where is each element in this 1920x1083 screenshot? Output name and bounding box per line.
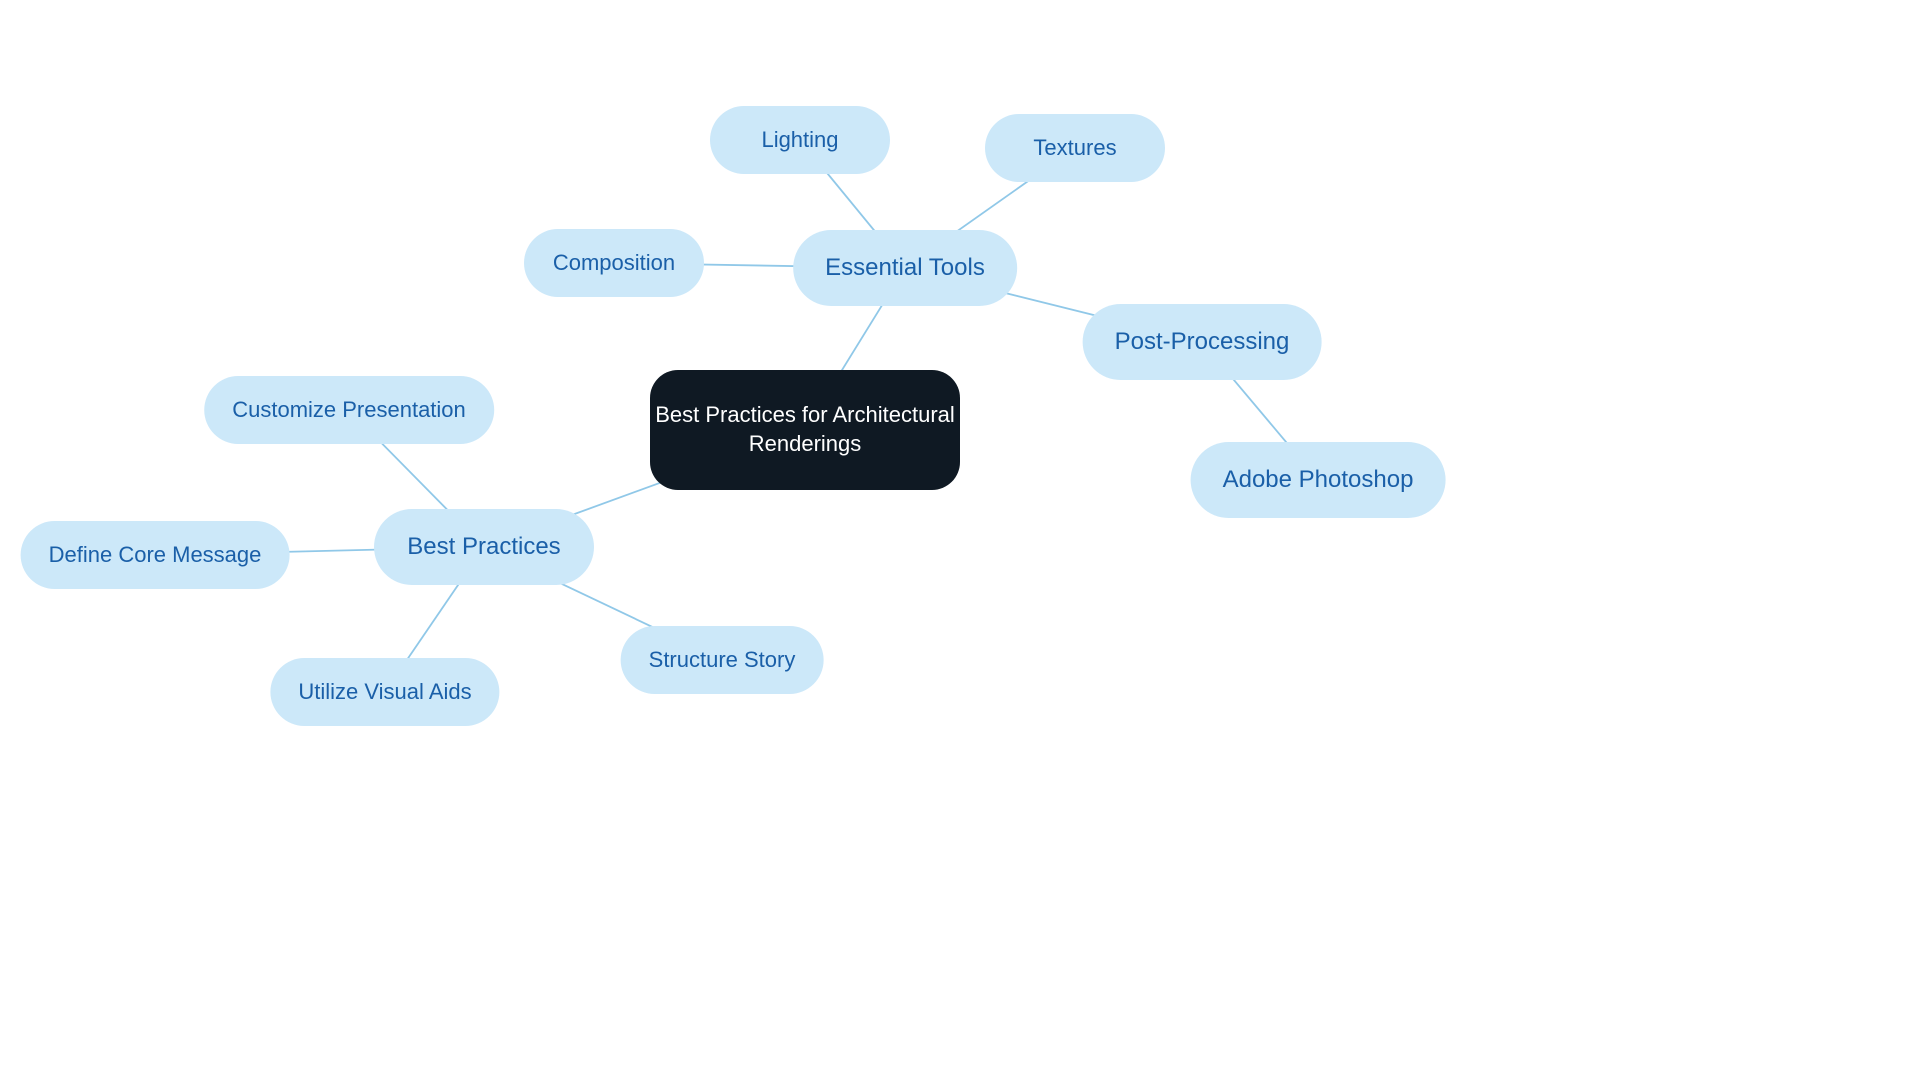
node-best-practices[interactable]: Best Practices <box>374 509 594 585</box>
mind-map-container: Best Practices for Architectural Renderi… <box>0 0 1920 1083</box>
node-composition[interactable]: Composition <box>524 229 704 297</box>
node-adobe-photoshop[interactable]: Adobe Photoshop <box>1191 442 1446 518</box>
node-structure-story[interactable]: Structure Story <box>621 626 824 694</box>
node-essential-tools[interactable]: Essential Tools <box>793 230 1017 306</box>
node-utilize-visual-aids[interactable]: Utilize Visual Aids <box>270 658 499 726</box>
node-customize-presentation[interactable]: Customize Presentation <box>204 376 494 444</box>
connections-svg <box>0 0 1920 1083</box>
node-define-core-message[interactable]: Define Core Message <box>21 521 290 589</box>
node-post-processing[interactable]: Post-Processing <box>1083 304 1322 380</box>
node-textures[interactable]: Textures <box>985 114 1165 182</box>
central-node[interactable]: Best Practices for Architectural Renderi… <box>650 370 960 490</box>
node-lighting[interactable]: Lighting <box>710 106 890 174</box>
